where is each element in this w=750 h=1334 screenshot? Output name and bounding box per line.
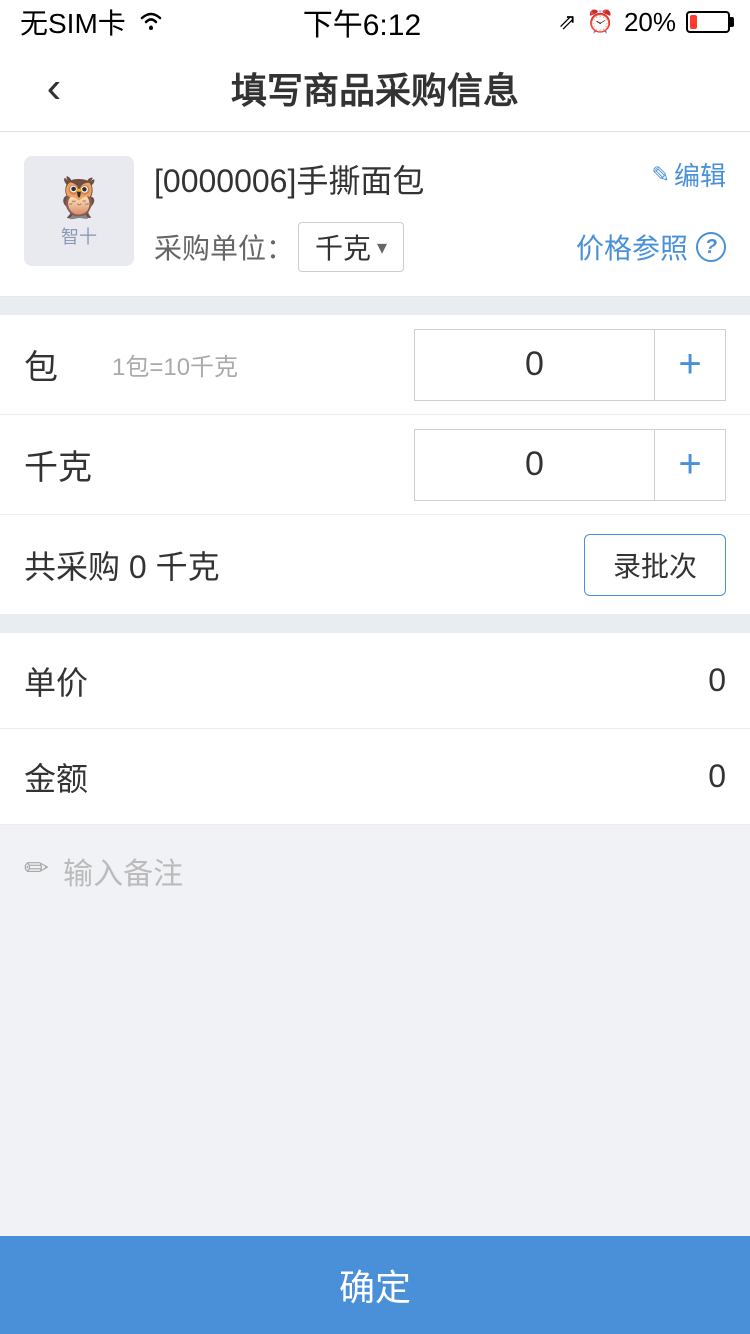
price-ref-button[interactable]: 价格参照 ? bbox=[576, 227, 726, 267]
status-bar: 无SIM卡 下午6:12 ⇗ ⏰ 20% bbox=[0, 0, 750, 44]
status-right: ⇗ ⏰ 20% bbox=[558, 7, 730, 38]
kg-input[interactable]: 0 bbox=[414, 429, 654, 501]
bag-input-control: 0 + bbox=[414, 329, 726, 401]
status-left: 无SIM卡 bbox=[20, 2, 166, 42]
kg-input-control: 0 + bbox=[414, 429, 726, 501]
wifi-icon bbox=[136, 6, 166, 38]
product-info: [0000006]手撕面包 ✎ 编辑 采购单位： 千克 ▾ 价格参照 ? bbox=[154, 156, 726, 272]
total-row: 共采购 0 千克 录批次 bbox=[0, 515, 750, 615]
unit-label: 采购单位： bbox=[154, 227, 294, 267]
bag-label: 包 bbox=[24, 340, 104, 389]
input-section: 包 1包=10千克 0 + 千克 0 + bbox=[0, 315, 750, 515]
confirm-button[interactable]: 确定 bbox=[0, 1236, 750, 1334]
product-name-row: [0000006]手撕面包 ✎ 编辑 bbox=[154, 156, 726, 202]
bag-plus-button[interactable]: + bbox=[654, 329, 726, 401]
battery-icon bbox=[686, 11, 730, 33]
kg-input-row: 千克 0 + bbox=[0, 415, 750, 515]
product-brand-label: 智十 bbox=[61, 223, 97, 249]
carrier-label: 无SIM卡 bbox=[20, 2, 126, 42]
bag-input-row: 包 1包=10千克 0 + bbox=[0, 315, 750, 415]
total-label: 共采购 0 千克 bbox=[24, 542, 220, 588]
amount-value: 0 bbox=[708, 758, 726, 795]
product-name: [0000006]手撕面包 bbox=[154, 156, 424, 202]
content-area bbox=[0, 945, 750, 1245]
edit-button[interactable]: ✎ 编辑 bbox=[652, 156, 726, 193]
chevron-down-icon: ▾ bbox=[377, 235, 387, 260]
kg-label: 千克 bbox=[24, 440, 104, 489]
product-section: 🦉 智十 [0000006]手撕面包 ✎ 编辑 采购单位： 千克 ▾ 价格参照 bbox=[0, 132, 750, 297]
location-icon: ⇗ bbox=[558, 9, 576, 35]
back-button[interactable]: ‹ bbox=[24, 58, 84, 118]
info-icon: ? bbox=[696, 232, 726, 262]
unit-value: 千克 bbox=[315, 227, 371, 267]
price-info-section: 单价 0 金额 0 bbox=[0, 633, 750, 825]
unit-select[interactable]: 千克 ▾ bbox=[298, 222, 404, 272]
unit-price-value: 0 bbox=[708, 662, 726, 699]
notes-section[interactable]: ✏ 输入备注 bbox=[0, 825, 750, 945]
notes-placeholder: 输入备注 bbox=[63, 849, 183, 893]
record-batch-button[interactable]: 录批次 bbox=[584, 534, 726, 596]
nav-bar: ‹ 填写商品采购信息 bbox=[0, 44, 750, 132]
section-divider bbox=[0, 297, 750, 315]
product-unit-row: 采购单位： 千克 ▾ 价格参照 ? bbox=[154, 222, 726, 272]
section-divider-2 bbox=[0, 615, 750, 633]
unit-price-row: 单价 0 bbox=[0, 633, 750, 729]
product-logo-icon: 🦉 bbox=[54, 174, 104, 221]
time-label: 下午6:12 bbox=[303, 0, 421, 44]
page-title: 填写商品采购信息 bbox=[231, 62, 519, 114]
edit-icon: ✎ bbox=[652, 162, 670, 188]
amount-row: 金额 0 bbox=[0, 729, 750, 825]
battery-percent: 20% bbox=[624, 7, 676, 38]
kg-plus-button[interactable]: + bbox=[654, 429, 726, 501]
product-image: 🦉 智十 bbox=[24, 156, 134, 266]
amount-label: 金额 bbox=[24, 754, 88, 800]
alarm-icon: ⏰ bbox=[587, 9, 614, 35]
bag-sublabel: 1包=10千克 bbox=[112, 347, 414, 382]
pencil-icon: ✏ bbox=[24, 851, 49, 886]
bag-input[interactable]: 0 bbox=[414, 329, 654, 401]
unit-price-label: 单价 bbox=[24, 658, 88, 704]
